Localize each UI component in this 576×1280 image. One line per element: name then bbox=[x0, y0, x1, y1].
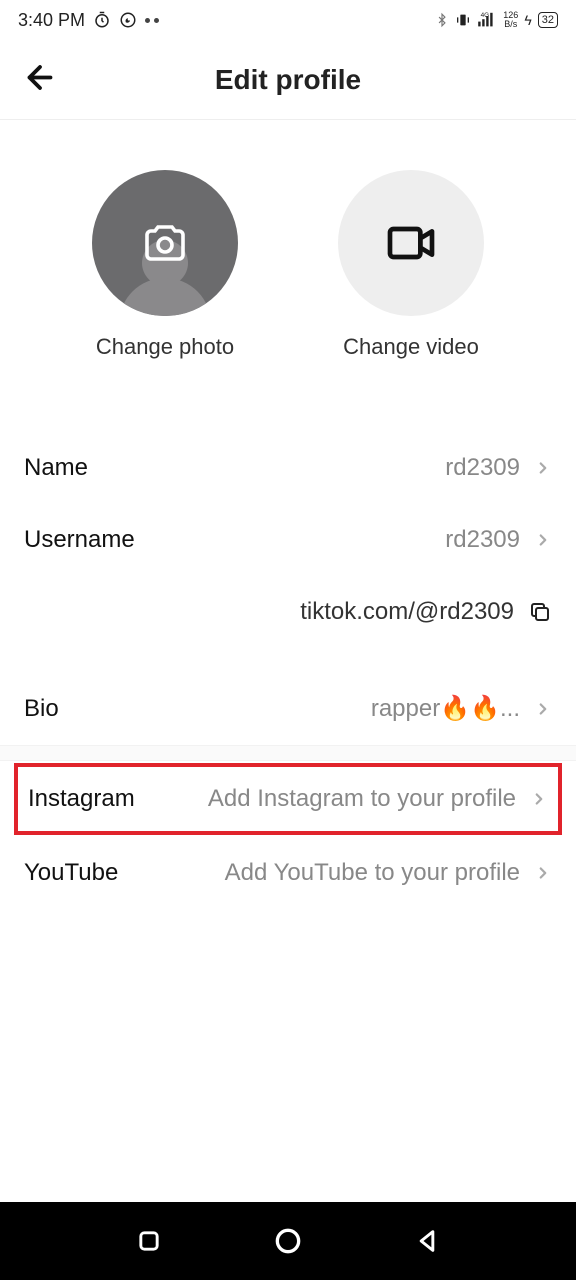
svg-text:4G: 4G bbox=[481, 12, 490, 19]
instagram-row[interactable]: Instagram Add Instagram to your profile bbox=[14, 763, 562, 835]
arrow-left-icon bbox=[22, 59, 58, 95]
status-bar: 3:40 PM 4G 126B/s ϟ 32 bbox=[0, 0, 576, 40]
chevron-right-icon bbox=[534, 531, 552, 549]
whatsapp-icon bbox=[119, 11, 137, 29]
youtube-value: Add YouTube to your profile bbox=[225, 859, 520, 887]
header: Edit profile bbox=[0, 40, 576, 120]
change-photo[interactable]: Change photo bbox=[92, 170, 238, 360]
youtube-row[interactable]: YouTube Add YouTube to your profile bbox=[0, 837, 576, 909]
chevron-right-icon bbox=[534, 864, 552, 882]
username-label: Username bbox=[24, 526, 135, 554]
username-row[interactable]: Username rd2309 bbox=[0, 504, 576, 576]
chevron-right-icon bbox=[530, 790, 548, 808]
bio-row[interactable]: Bio rapper🔥🔥... bbox=[0, 672, 576, 745]
camera-icon bbox=[141, 219, 189, 267]
status-left: 3:40 PM bbox=[18, 10, 159, 31]
page-title: Edit profile bbox=[215, 64, 361, 96]
charging-icon: ϟ bbox=[524, 12, 531, 28]
data-rate: 126B/s bbox=[503, 11, 518, 29]
avatar-placeholder bbox=[92, 170, 238, 316]
instagram-value: Add Instagram to your profile bbox=[208, 785, 516, 813]
status-time: 3:40 PM bbox=[18, 10, 85, 31]
timer-icon bbox=[93, 11, 111, 29]
copy-icon[interactable] bbox=[528, 600, 552, 624]
change-video-label: Change video bbox=[343, 334, 479, 360]
system-nav-bar bbox=[0, 1202, 576, 1280]
youtube-label: YouTube bbox=[24, 859, 118, 887]
video-placeholder bbox=[338, 170, 484, 316]
vibrate-icon bbox=[455, 12, 471, 28]
chevron-right-icon bbox=[534, 700, 552, 718]
battery-indicator: 32 bbox=[538, 12, 558, 28]
bio-label: Bio bbox=[24, 695, 59, 723]
chevron-right-icon bbox=[534, 459, 552, 477]
name-value: rd2309 bbox=[445, 454, 520, 482]
profile-url-row[interactable]: tiktok.com/@rd2309 bbox=[0, 576, 576, 672]
media-section: Change photo Change video bbox=[0, 170, 576, 360]
home-button[interactable] bbox=[272, 1225, 304, 1257]
profile-url: tiktok.com/@rd2309 bbox=[300, 598, 514, 626]
back-button[interactable] bbox=[22, 59, 58, 100]
status-right: 4G 126B/s ϟ 32 bbox=[435, 11, 558, 29]
bluetooth-icon bbox=[435, 11, 449, 29]
fields-section: Name rd2309 Username rd2309 tiktok.com/@… bbox=[0, 432, 576, 909]
section-divider bbox=[0, 745, 576, 761]
bio-value: rapper🔥🔥... bbox=[371, 694, 520, 723]
change-photo-label: Change photo bbox=[96, 334, 234, 360]
signal-icon: 4G bbox=[477, 12, 497, 28]
recent-apps-button[interactable] bbox=[135, 1227, 163, 1255]
name-row[interactable]: Name rd2309 bbox=[0, 432, 576, 504]
name-label: Name bbox=[24, 454, 88, 482]
back-nav-button[interactable] bbox=[413, 1227, 441, 1255]
username-value: rd2309 bbox=[445, 526, 520, 554]
change-video[interactable]: Change video bbox=[338, 170, 484, 360]
instagram-label: Instagram bbox=[28, 785, 135, 813]
more-dots-icon bbox=[145, 18, 159, 23]
video-icon bbox=[383, 215, 439, 271]
